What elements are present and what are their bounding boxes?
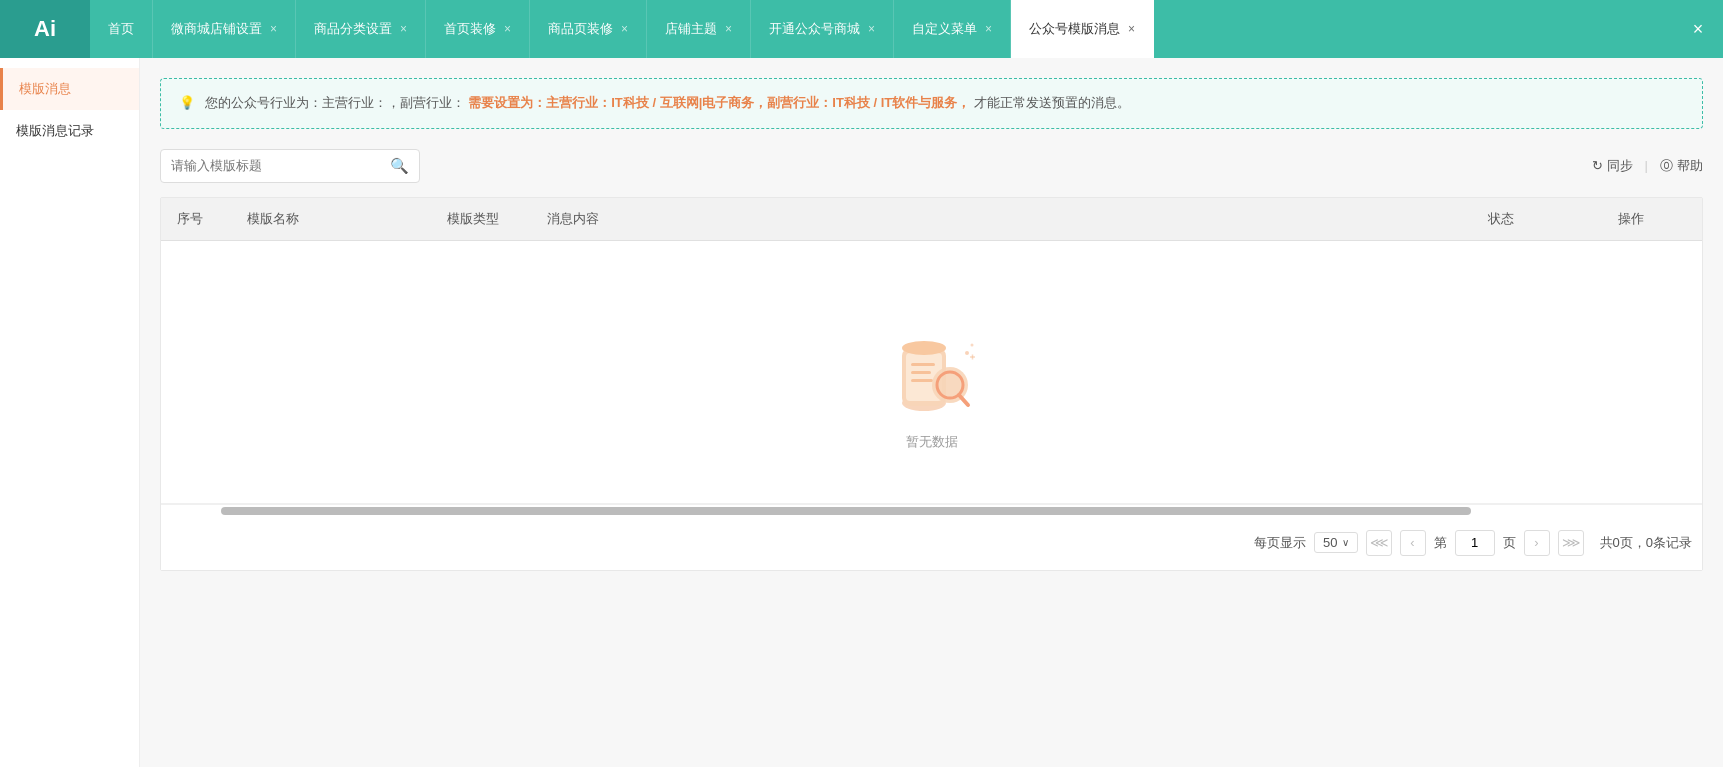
close-tab-weishop[interactable]: × — [270, 22, 277, 36]
data-table: 序号 模版名称 模版类型 消息内容 状态 操作 — [161, 198, 1702, 504]
total-record-label: 共0页，0条记录 — [1600, 534, 1692, 552]
prev-page-icon: ‹ — [1410, 535, 1414, 550]
nav-tab-homepage[interactable]: 首页装修 × — [426, 0, 530, 58]
search-input[interactable] — [171, 158, 390, 173]
nav-tab-category[interactable]: 商品分类设置 × — [296, 0, 426, 58]
close-tab-theme[interactable]: × — [725, 22, 732, 36]
app-logo: Ai — [0, 0, 90, 58]
svg-point-11 — [970, 343, 973, 346]
svg-point-10 — [965, 351, 969, 355]
page-size-label: 每页显示 — [1254, 534, 1306, 552]
search-icon[interactable]: 🔍 — [390, 157, 409, 175]
help-icon: ⓪ — [1660, 157, 1673, 175]
help-button[interactable]: ⓪ 帮助 — [1660, 157, 1703, 175]
close-tab-custmenu[interactable]: × — [985, 22, 992, 36]
close-tab-homepage[interactable]: × — [504, 22, 511, 36]
svg-rect-3 — [911, 363, 935, 366]
col-action: 操作 — [1602, 198, 1702, 241]
empty-illustration — [872, 313, 992, 433]
nav-tab-wxshop[interactable]: 开通公众号商城 × — [751, 0, 894, 58]
toolbar-right: ↻ 同步 | ⓪ 帮助 — [1592, 157, 1703, 175]
sidebar-item-template-msg-log[interactable]: 模版消息记录 — [0, 110, 139, 152]
empty-state-cell: 暂无数据 — [161, 240, 1702, 503]
page-label: 页 — [1503, 534, 1516, 552]
sync-button[interactable]: ↻ 同步 — [1592, 157, 1633, 175]
top-navigation: Ai 首页 微商城店铺设置 × 商品分类设置 × 首页装修 × 商品页装修 × … — [0, 0, 1723, 58]
nav-tab-theme[interactable]: 店铺主题 × — [647, 0, 751, 58]
first-page-icon: ⋘ — [1370, 535, 1388, 550]
sidebar-item-template-msg[interactable]: 模版消息 — [0, 68, 139, 110]
toolbar-divider: | — [1645, 158, 1648, 173]
close-tab-tmplmsg[interactable]: × — [1128, 22, 1135, 36]
nav-tabs-container: 首页 微商城店铺设置 × 商品分类设置 × 首页装修 × 商品页装修 × 店铺主… — [90, 0, 1673, 58]
search-bar: 🔍 ↻ 同步 | ⓪ 帮助 — [160, 149, 1703, 183]
svg-point-9 — [902, 341, 946, 355]
empty-text: 暂无数据 — [906, 433, 958, 451]
table-container: 序号 模版名称 模版类型 消息内容 状态 操作 — [160, 197, 1703, 571]
content-area: 💡 您的公众号行业为：主营行业：，副营行业： 需要设置为：主营行业：IT科技 /… — [140, 58, 1723, 767]
col-status: 状态 — [1472, 198, 1602, 241]
page-size-select[interactable]: 50 ∨ — [1314, 532, 1357, 553]
search-input-wrap: 🔍 — [160, 149, 420, 183]
close-tab-wxshop[interactable]: × — [868, 22, 875, 36]
col-content: 消息内容 — [531, 198, 1472, 241]
main-layout: 模版消息 模版消息记录 💡 您的公众号行业为：主营行业：，副营行业： 需要设置为… — [0, 58, 1723, 767]
nav-tab-custmenu[interactable]: 自定义菜单 × — [894, 0, 1011, 58]
page-text: 第 — [1434, 534, 1447, 552]
first-page-button[interactable]: ⋘ — [1366, 530, 1392, 556]
col-name: 模版名称 — [231, 198, 431, 241]
nav-tab-product[interactable]: 商品页装修 × — [530, 0, 647, 58]
sync-icon: ↻ — [1592, 158, 1603, 173]
prev-page-button[interactable]: ‹ — [1400, 530, 1426, 556]
nav-tab-weishop[interactable]: 微商城店铺设置 × — [153, 0, 296, 58]
svg-rect-4 — [911, 371, 931, 374]
notice-banner: 💡 您的公众号行业为：主营行业：，副营行业： 需要设置为：主营行业：IT科技 /… — [160, 78, 1703, 129]
last-page-icon: ⋙ — [1562, 535, 1580, 550]
next-page-icon: › — [1534, 535, 1538, 550]
close-tab-category[interactable]: × — [400, 22, 407, 36]
col-type: 模版类型 — [431, 198, 531, 241]
col-seq: 序号 — [161, 198, 231, 241]
current-page-input[interactable] — [1455, 530, 1495, 556]
nav-tab-tmplmsg[interactable]: 公众号模版消息 × — [1011, 0, 1154, 58]
nav-tab-home[interactable]: 首页 — [90, 0, 153, 58]
sidebar: 模版消息 模版消息记录 — [0, 58, 140, 767]
svg-rect-5 — [911, 379, 933, 382]
close-all-tabs-button[interactable]: × — [1673, 0, 1723, 58]
pagination: 每页显示 50 ∨ ⋘ ‹ 第 页 › ⋙ — [161, 516, 1702, 570]
horizontal-scrollbar[interactable] — [161, 504, 1702, 516]
empty-state: 暂无数据 — [177, 253, 1686, 491]
chevron-down-icon: ∨ — [1342, 537, 1349, 548]
notice-icon: 💡 — [179, 95, 195, 110]
close-tab-product[interactable]: × — [621, 22, 628, 36]
next-page-button[interactable]: › — [1524, 530, 1550, 556]
scrollbar-thumb[interactable] — [221, 507, 1471, 515]
last-page-button[interactable]: ⋙ — [1558, 530, 1584, 556]
